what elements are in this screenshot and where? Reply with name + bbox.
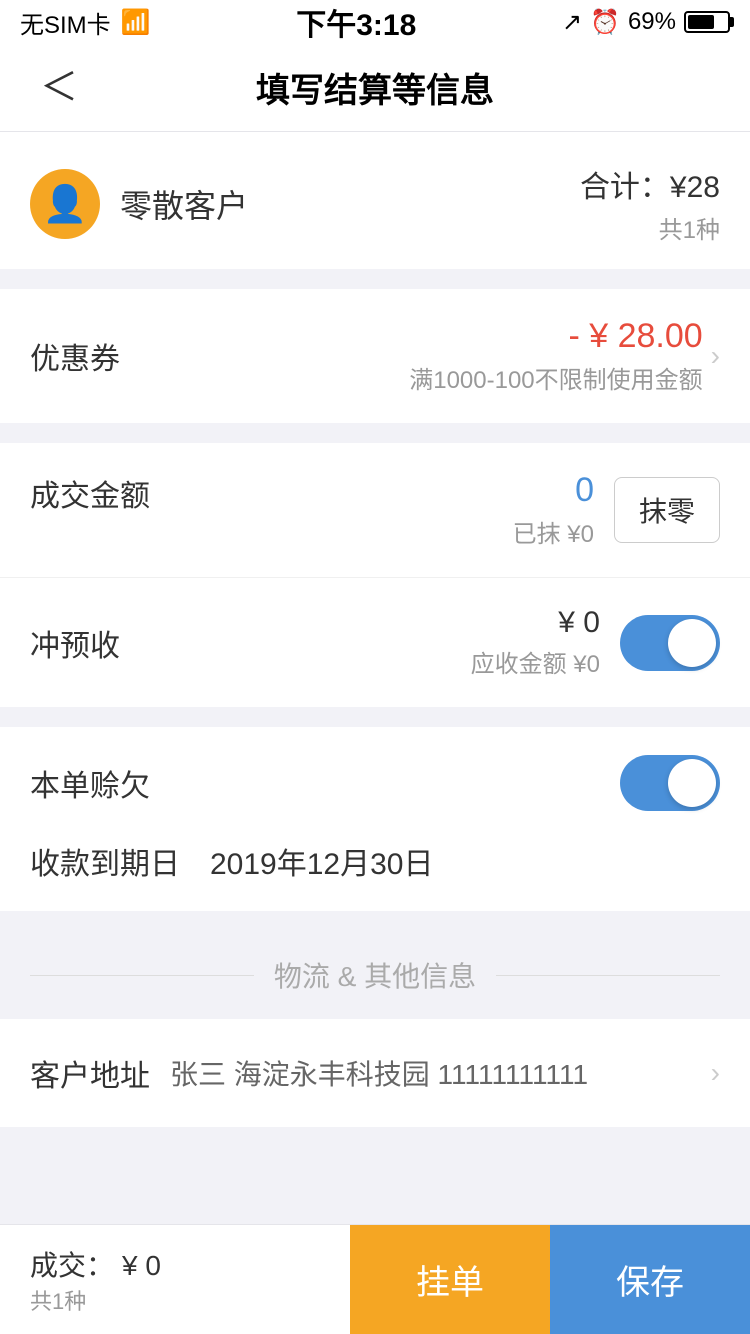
divider-left — [30, 975, 254, 976]
suspend-button[interactable]: 挂单 — [350, 1225, 550, 1334]
customer-count: 共1种 — [580, 210, 720, 245]
transaction-sub-text: 已抹 ¥0 — [513, 514, 594, 549]
credit-section: 本单赊欠 收款到期日 2019年12月30日 — [0, 727, 750, 911]
status-bar: 无SIM卡 📶 下午3:18 ↗ ⏰ 69% — [0, 0, 750, 44]
credit-row: 本单赊欠 — [0, 727, 750, 839]
transaction-value: 0 — [575, 471, 594, 510]
prepayment-right: ¥ 0 应收金额 ¥0 — [471, 606, 720, 679]
amount-right: 0 已抹 ¥0 抹零 — [513, 471, 720, 549]
save-button[interactable]: 保存 — [550, 1225, 750, 1334]
bottom-deal-label: 成交： — [30, 1244, 114, 1284]
bottom-info: 成交： ¥ 0 共1种 — [0, 1225, 350, 1334]
address-label: 客户地址 — [30, 1051, 150, 1095]
prepayment-toggle[interactable] — [620, 615, 720, 671]
toggle-knob — [668, 619, 716, 667]
logistics-label: 物流 & 其他信息 — [274, 955, 476, 995]
page-title: 填写结算等信息 — [256, 63, 494, 112]
transaction-section: 成交金额 0 已抹 ¥0 抹零 冲预收 ¥ 0 应收金额 ¥0 — [0, 443, 750, 707]
credit-toggle[interactable] — [620, 755, 720, 811]
back-button[interactable]: ＜ — [30, 59, 88, 117]
due-date-label: 收款到期日 — [30, 839, 180, 883]
prepayment-sub-text: 应收金额 ¥0 — [471, 644, 600, 679]
address-section: 客户地址 张三 海淀永丰科技园 11111111111 › — [0, 1019, 750, 1127]
coupon-sub-text: 满1000-100不限制使用金额 — [409, 360, 702, 395]
battery-percent: 69% — [628, 8, 676, 36]
status-left: 无SIM卡 📶 — [20, 5, 151, 40]
amount-row: 成交金额 0 已抹 ¥0 抹零 — [0, 443, 750, 577]
alarm-icon: ⏰ — [590, 8, 620, 37]
nav-bar: ＜ 填写结算等信息 — [0, 44, 750, 132]
chevron-right-icon: › — [711, 340, 720, 372]
credit-due-date-row: 收款到期日 2019年12月30日 — [0, 839, 750, 911]
customer-section: 👤 零散客户 合计：¥28 共1种 — [0, 132, 750, 269]
round-zero-button[interactable]: 抹零 — [614, 477, 720, 543]
wifi-icon: 📶 — [121, 8, 151, 37]
transaction-label: 成交金额 — [30, 471, 150, 515]
coupon-value-wrap: - ¥ 28.00 满1000-100不限制使用金额 — [409, 317, 702, 395]
bottom-bar: 成交： ¥ 0 共1种 挂单 保存 — [0, 1224, 750, 1334]
customer-name: 零散客户 — [120, 181, 248, 227]
coupon-label: 优惠券 — [30, 334, 120, 378]
due-date-value: 2019年12月30日 — [210, 839, 433, 883]
logistics-divider: 物流 & 其他信息 — [0, 931, 750, 1019]
address-value: 张三 海淀永丰科技园 11111111111 — [170, 1053, 703, 1093]
customer-total: 合计：¥28 — [580, 162, 720, 206]
transaction-value-wrap: 0 已抹 ¥0 — [513, 471, 594, 549]
carrier-text: 无SIM卡 — [20, 5, 111, 40]
prepayment-value: ¥ 0 — [558, 606, 600, 640]
prepayment-value-wrap: ¥ 0 应收金额 ¥0 — [471, 606, 600, 679]
coupon-discount-value: - ¥ 28.00 — [568, 317, 702, 356]
credit-label: 本单赊欠 — [30, 761, 150, 805]
avatar: 👤 — [30, 169, 100, 239]
location-icon: ↗ — [562, 8, 582, 37]
address-row[interactable]: 客户地址 张三 海淀永丰科技园 11111111111 › — [0, 1019, 750, 1127]
customer-left: 👤 零散客户 — [30, 169, 248, 239]
prepayment-row: 冲预收 ¥ 0 应收金额 ¥0 — [0, 577, 750, 707]
prepayment-label: 冲预收 — [30, 621, 120, 665]
credit-toggle-knob — [668, 759, 716, 807]
address-chevron-icon: › — [711, 1057, 720, 1089]
battery-icon — [684, 11, 730, 33]
bottom-count: 共1种 — [30, 1284, 320, 1316]
customer-right: 合计：¥28 共1种 — [580, 162, 720, 245]
time-display: 下午3:18 — [296, 0, 416, 44]
status-right: ↗ ⏰ 69% — [562, 8, 730, 37]
coupon-row[interactable]: 优惠券 - ¥ 28.00 满1000-100不限制使用金额 › — [0, 289, 750, 423]
bottom-deal-value: ¥ 0 — [122, 1250, 161, 1282]
divider-right — [496, 975, 720, 976]
